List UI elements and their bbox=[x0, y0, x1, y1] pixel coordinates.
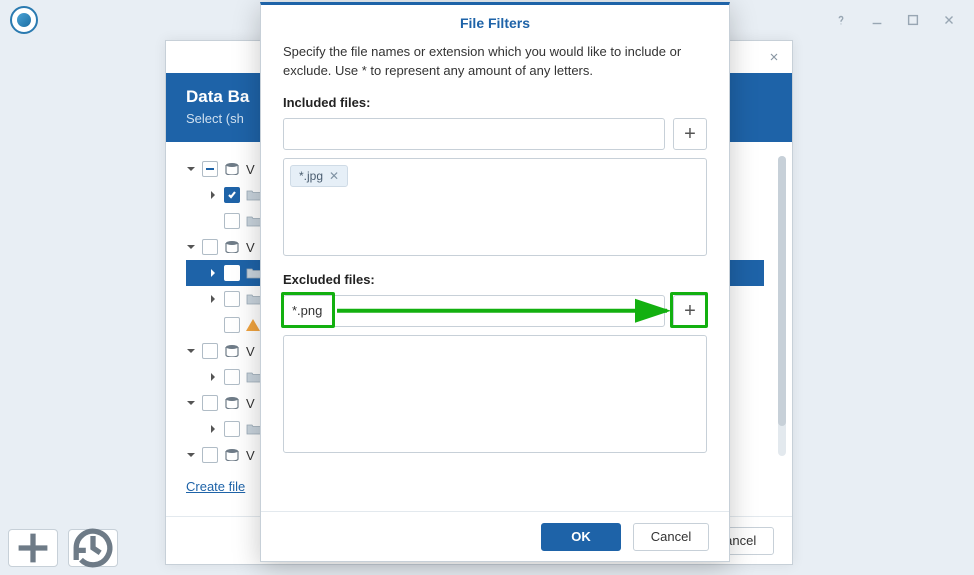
spacer-icon bbox=[208, 216, 218, 226]
tree-checkbox[interactable] bbox=[224, 213, 240, 229]
chevron-right-icon[interactable] bbox=[208, 372, 218, 382]
dialog-title: File Filters bbox=[261, 5, 729, 37]
chevron-down-icon[interactable] bbox=[186, 346, 196, 356]
scrollbar[interactable] bbox=[778, 156, 786, 456]
included-files-input[interactable] bbox=[283, 118, 665, 150]
chip-remove-icon[interactable]: ✕ bbox=[329, 169, 339, 183]
tree-checkbox[interactable] bbox=[224, 369, 240, 385]
ok-button[interactable]: OK bbox=[541, 523, 621, 551]
left-toolbar bbox=[8, 529, 118, 567]
chip-label: *.jpg bbox=[299, 169, 323, 183]
volume-icon bbox=[224, 397, 240, 409]
tree-checkbox[interactable] bbox=[224, 291, 240, 307]
tree-label: V bbox=[246, 240, 255, 255]
dialog-cancel-button[interactable]: Cancel bbox=[633, 523, 709, 551]
dialog-footer: OK Cancel bbox=[261, 511, 729, 561]
chevron-down-icon[interactable] bbox=[186, 450, 196, 460]
maximize-icon[interactable] bbox=[902, 9, 924, 31]
excluded-files-label: Excluded files: bbox=[283, 272, 707, 287]
add-included-button[interactable]: + bbox=[673, 118, 707, 150]
tree-checkbox[interactable] bbox=[202, 161, 218, 177]
chevron-down-icon[interactable] bbox=[186, 398, 196, 408]
scrollbar-thumb[interactable] bbox=[778, 156, 786, 426]
chevron-down-icon[interactable] bbox=[186, 164, 196, 174]
create-file-filter-link[interactable]: Create file bbox=[186, 479, 245, 494]
chevron-right-icon[interactable] bbox=[208, 424, 218, 434]
desktop: Data Ba Select (sh VpvVFNVvVcV Create fi… bbox=[0, 0, 974, 575]
tree-label: V bbox=[246, 344, 255, 359]
chevron-right-icon[interactable] bbox=[208, 268, 218, 278]
filter-chip[interactable]: *.jpg ✕ bbox=[290, 165, 348, 187]
history-button[interactable] bbox=[68, 529, 118, 567]
excluded-files-input[interactable] bbox=[283, 295, 665, 327]
app-logo-icon bbox=[10, 6, 38, 34]
volume-icon bbox=[224, 449, 240, 461]
add-task-button[interactable] bbox=[8, 529, 58, 567]
volume-icon bbox=[224, 163, 240, 175]
tree-checkbox[interactable] bbox=[202, 447, 218, 463]
file-filters-dialog: File Filters Specify the file names or e… bbox=[260, 2, 730, 562]
warning-icon bbox=[246, 319, 260, 331]
tree-checkbox[interactable] bbox=[224, 421, 240, 437]
tree-checkbox[interactable] bbox=[224, 187, 240, 203]
close-icon[interactable] bbox=[938, 9, 960, 31]
wizard-close-icon[interactable] bbox=[764, 47, 784, 67]
included-files-label: Included files: bbox=[283, 95, 707, 110]
tree-checkbox[interactable] bbox=[202, 343, 218, 359]
volume-icon bbox=[224, 345, 240, 357]
chevron-right-icon[interactable] bbox=[208, 190, 218, 200]
add-excluded-button[interactable]: + bbox=[673, 295, 707, 327]
dialog-description: Specify the file names or extension whic… bbox=[283, 43, 707, 81]
tree-label: V bbox=[246, 162, 255, 177]
tree-checkbox[interactable] bbox=[224, 265, 240, 281]
excluded-files-list[interactable] bbox=[283, 335, 707, 453]
tree-checkbox[interactable] bbox=[202, 395, 218, 411]
chevron-down-icon[interactable] bbox=[186, 242, 196, 252]
tree-label: V bbox=[246, 448, 255, 463]
volume-icon bbox=[224, 241, 240, 253]
included-files-list[interactable]: *.jpg ✕ bbox=[283, 158, 707, 256]
chevron-right-icon[interactable] bbox=[208, 294, 218, 304]
tree-checkbox[interactable] bbox=[224, 317, 240, 333]
minimize-icon[interactable] bbox=[866, 9, 888, 31]
window-controls bbox=[830, 9, 964, 31]
tree-label: V bbox=[246, 396, 255, 411]
spacer-icon bbox=[208, 320, 218, 330]
tree-checkbox[interactable] bbox=[202, 239, 218, 255]
help-icon[interactable] bbox=[830, 9, 852, 31]
